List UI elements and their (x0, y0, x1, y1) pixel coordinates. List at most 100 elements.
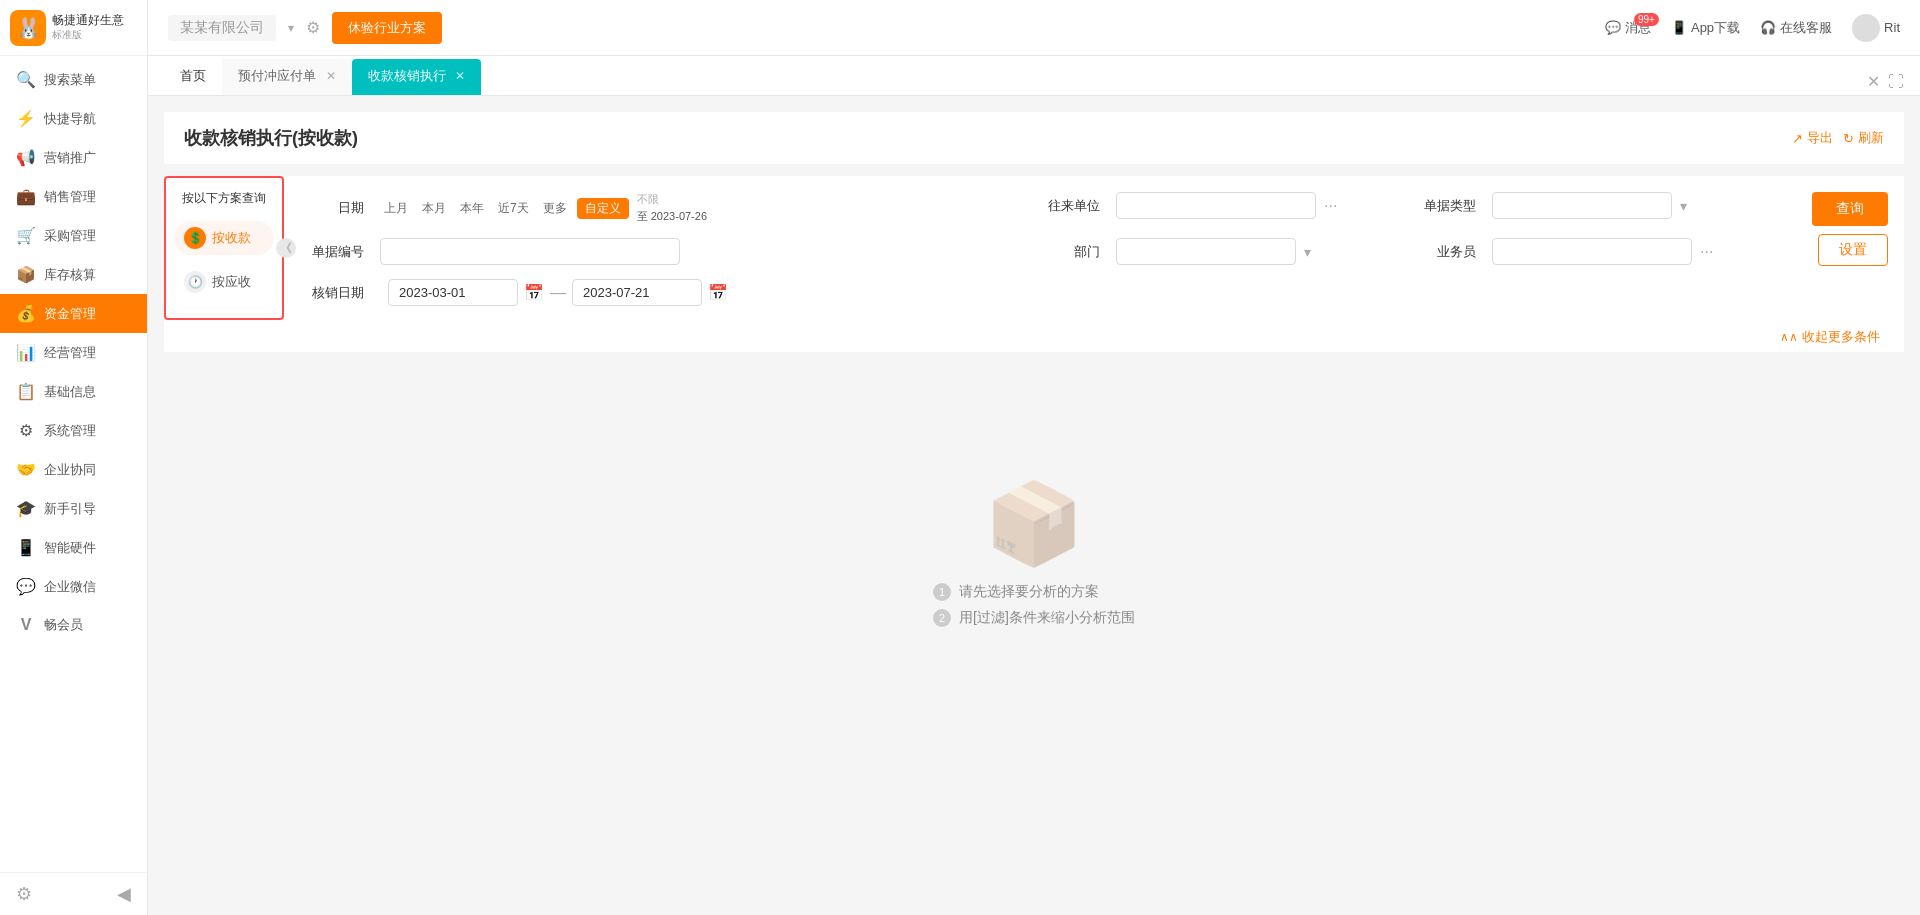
page-title-bar: 收款核销执行(按收款) ↗ 导出 ↻ 刷新 (164, 112, 1904, 164)
sidebar-item-collab[interactable]: 🤝 企业协同 (0, 450, 147, 489)
tab-prepay-close[interactable]: ✕ (326, 69, 336, 83)
collapse-icon[interactable]: ◀ (117, 883, 131, 905)
company-dropdown-icon[interactable]: ▾ (288, 21, 294, 35)
tab-verify-close[interactable]: ✕ (455, 69, 465, 83)
shortcut-more[interactable]: 更多 (539, 198, 571, 219)
more-conditions-label[interactable]: 收起更多条件 (1802, 328, 1880, 346)
user-menu[interactable]: Rit (1852, 14, 1900, 42)
sidebar-item-system[interactable]: ⚙ 系统管理 (0, 411, 147, 450)
empty-state: 📦 1 请先选择要分析的方案 2 用[过滤]条件来缩小分析范围 (164, 352, 1904, 752)
dept-group: 部门 ▾ (1040, 238, 1400, 265)
doc-no-label: 单据编号 (304, 243, 364, 261)
staff-input[interactable] (1492, 238, 1692, 265)
chevron-up-icon: ∧∧ (1780, 330, 1798, 344)
logo-icon: 🐰 (10, 10, 46, 46)
shortcut-this-month[interactable]: 本月 (418, 198, 450, 219)
sidebar-item-basic[interactable]: 📋 基础信息 (0, 372, 147, 411)
dept-select[interactable] (1116, 238, 1296, 265)
collab-icon: 🤝 (16, 460, 36, 479)
app-download-btn[interactable]: 📱 App下载 (1671, 19, 1740, 37)
date-range-display: 不限 至 2023-07-26 (637, 192, 707, 224)
top-header: 某某有限公司 ▾ ⚙ 休验行业方案 💬 消息 99+ 📱 App下载 🎧 在线客… (148, 0, 1920, 56)
sidebar-item-operations[interactable]: 📊 经营管理 (0, 333, 147, 372)
settings-bottom-icon[interactable]: ⚙ (16, 883, 32, 905)
doc-type-select[interactable] (1492, 192, 1672, 219)
empty-illustration: 📦 (984, 477, 1084, 571)
sidebar-nav: 🔍 搜索菜单 ⚡ 快捷导航 📢 营销推广 💼 销售管理 🛒 采购管理 📦 库存核… (0, 56, 147, 872)
shortcut-this-year[interactable]: 本年 (456, 198, 488, 219)
sidebar-logo: 🐰 畅捷通好生意 标准版 (0, 0, 147, 56)
purchase-icon: 🛒 (16, 226, 36, 245)
sidebar-item-marketing[interactable]: 📢 营销推广 (0, 138, 147, 177)
partner-dots-icon[interactable]: ··· (1324, 197, 1337, 215)
shortcut-7days[interactable]: 近7天 (494, 198, 533, 219)
export-icon: ↗ (1792, 131, 1803, 146)
header-gear-icon[interactable]: ⚙ (306, 18, 320, 37)
app-icon: 📱 (1671, 20, 1687, 35)
date-shortcuts: 上月 本月 本年 近7天 更多 自定义 (380, 198, 629, 219)
cal-icon-from[interactable]: 📅 (524, 283, 544, 302)
staff-dots-icon[interactable]: ··· (1700, 243, 1713, 261)
verify-date-dash: — (550, 284, 566, 302)
message-btn[interactable]: 💬 消息 99+ (1605, 19, 1651, 37)
sidebar-item-wechat[interactable]: 💬 企业微信 (0, 567, 147, 606)
tab-home[interactable]: 首页 (164, 59, 222, 95)
shortcut-last-month[interactable]: 上月 (380, 198, 412, 219)
logo-text: 畅捷通好生意 (52, 13, 124, 29)
inventory-icon: 📦 (16, 265, 36, 284)
company-name: 某某有限公司 (168, 15, 276, 41)
partner-label: 往来单位 (1040, 197, 1100, 215)
tab-expand-icon[interactable]: ⛶ (1888, 73, 1904, 91)
message-icon: 💬 (1605, 20, 1621, 35)
tab-bar: 首页 预付冲应付单 ✕ 收款核销执行 ✕ ✕ ⛶ (148, 56, 1920, 96)
tab-verify[interactable]: 收款核销执行 ✕ (352, 59, 482, 95)
sidebar-item-purchase[interactable]: 🛒 采购管理 (0, 216, 147, 255)
doc-no-input[interactable] (380, 238, 680, 265)
filter-sidebar-collapse-btn[interactable]: 《 (276, 238, 296, 258)
cal-icon-to[interactable]: 📅 (708, 283, 728, 302)
logo-sub: 标准版 (52, 28, 124, 42)
partner-input[interactable] (1116, 192, 1316, 219)
content-area: 收款核销执行(按收款) ↗ 导出 ↻ 刷新 按以下方案查询 💲 (148, 96, 1920, 915)
sidebar-item-hardware[interactable]: 📱 智能硬件 (0, 528, 147, 567)
staff-group: 业务员 ··· (1416, 238, 1776, 265)
verify-date-to-input[interactable] (572, 279, 702, 306)
dept-label: 部门 (1040, 243, 1100, 261)
settings-btn[interactable]: 设置 (1818, 234, 1888, 266)
empty-hint-1: 1 请先选择要分析的方案 (933, 583, 1135, 601)
receipt-icon: 💲 (184, 227, 206, 249)
industry-solution-btn[interactable]: 休验行业方案 (332, 12, 442, 44)
sidebar-item-member[interactable]: V 畅会员 (0, 606, 147, 644)
date-to-display: 至 2023-07-26 (637, 209, 707, 224)
filter-sidebar: 按以下方案查询 💲 按收款 🕐 按应收 《 (164, 176, 284, 320)
sidebar-item-sales[interactable]: 💼 销售管理 (0, 177, 147, 216)
filter-option-by-receivable[interactable]: 🕐 按应收 (174, 265, 274, 299)
shortcut-custom[interactable]: 自定义 (577, 198, 629, 219)
more-conditions-row: ∧∧ 收起更多条件 (164, 320, 1904, 352)
sales-icon: 💼 (16, 187, 36, 206)
header-right: 💬 消息 99+ 📱 App下载 🎧 在线客服 Rit (1605, 14, 1900, 42)
query-btn[interactable]: 查询 (1812, 192, 1888, 226)
verify-date-label: 核销日期 (304, 284, 364, 302)
tab-close-all-icon[interactable]: ✕ (1867, 72, 1880, 91)
doc-type-group: 单据类型 ▾ (1416, 192, 1776, 219)
empty-hints: 1 请先选择要分析的方案 2 用[过滤]条件来缩小分析范围 (933, 583, 1135, 627)
sidebar-item-finance[interactable]: 💰 资金管理 (0, 294, 147, 333)
date-label: 日期 (304, 199, 364, 217)
avatar (1852, 14, 1880, 42)
sidebar-item-guide[interactable]: 🎓 新手引导 (0, 489, 147, 528)
refresh-btn[interactable]: ↻ 刷新 (1843, 129, 1884, 147)
guide-icon: 🎓 (16, 499, 36, 518)
verify-date-from-input[interactable] (388, 279, 518, 306)
page-title: 收款核销执行(按收款) (184, 126, 358, 150)
online-service-btn[interactable]: 🎧 在线客服 (1760, 19, 1832, 37)
filter-option-by-receipt[interactable]: 💲 按收款 (174, 221, 274, 255)
tab-prepay[interactable]: 预付冲应付单 ✕ (222, 59, 352, 95)
export-btn[interactable]: ↗ 导出 (1792, 129, 1833, 147)
sidebar-item-inventory[interactable]: 📦 库存核算 (0, 255, 147, 294)
wechat-icon: 💬 (16, 577, 36, 596)
basic-icon: 📋 (16, 382, 36, 401)
sidebar-item-search[interactable]: 🔍 搜索菜单 (0, 60, 147, 99)
filter-sidebar-title: 按以下方案查询 (174, 190, 274, 207)
sidebar-item-quick[interactable]: ⚡ 快捷导航 (0, 99, 147, 138)
